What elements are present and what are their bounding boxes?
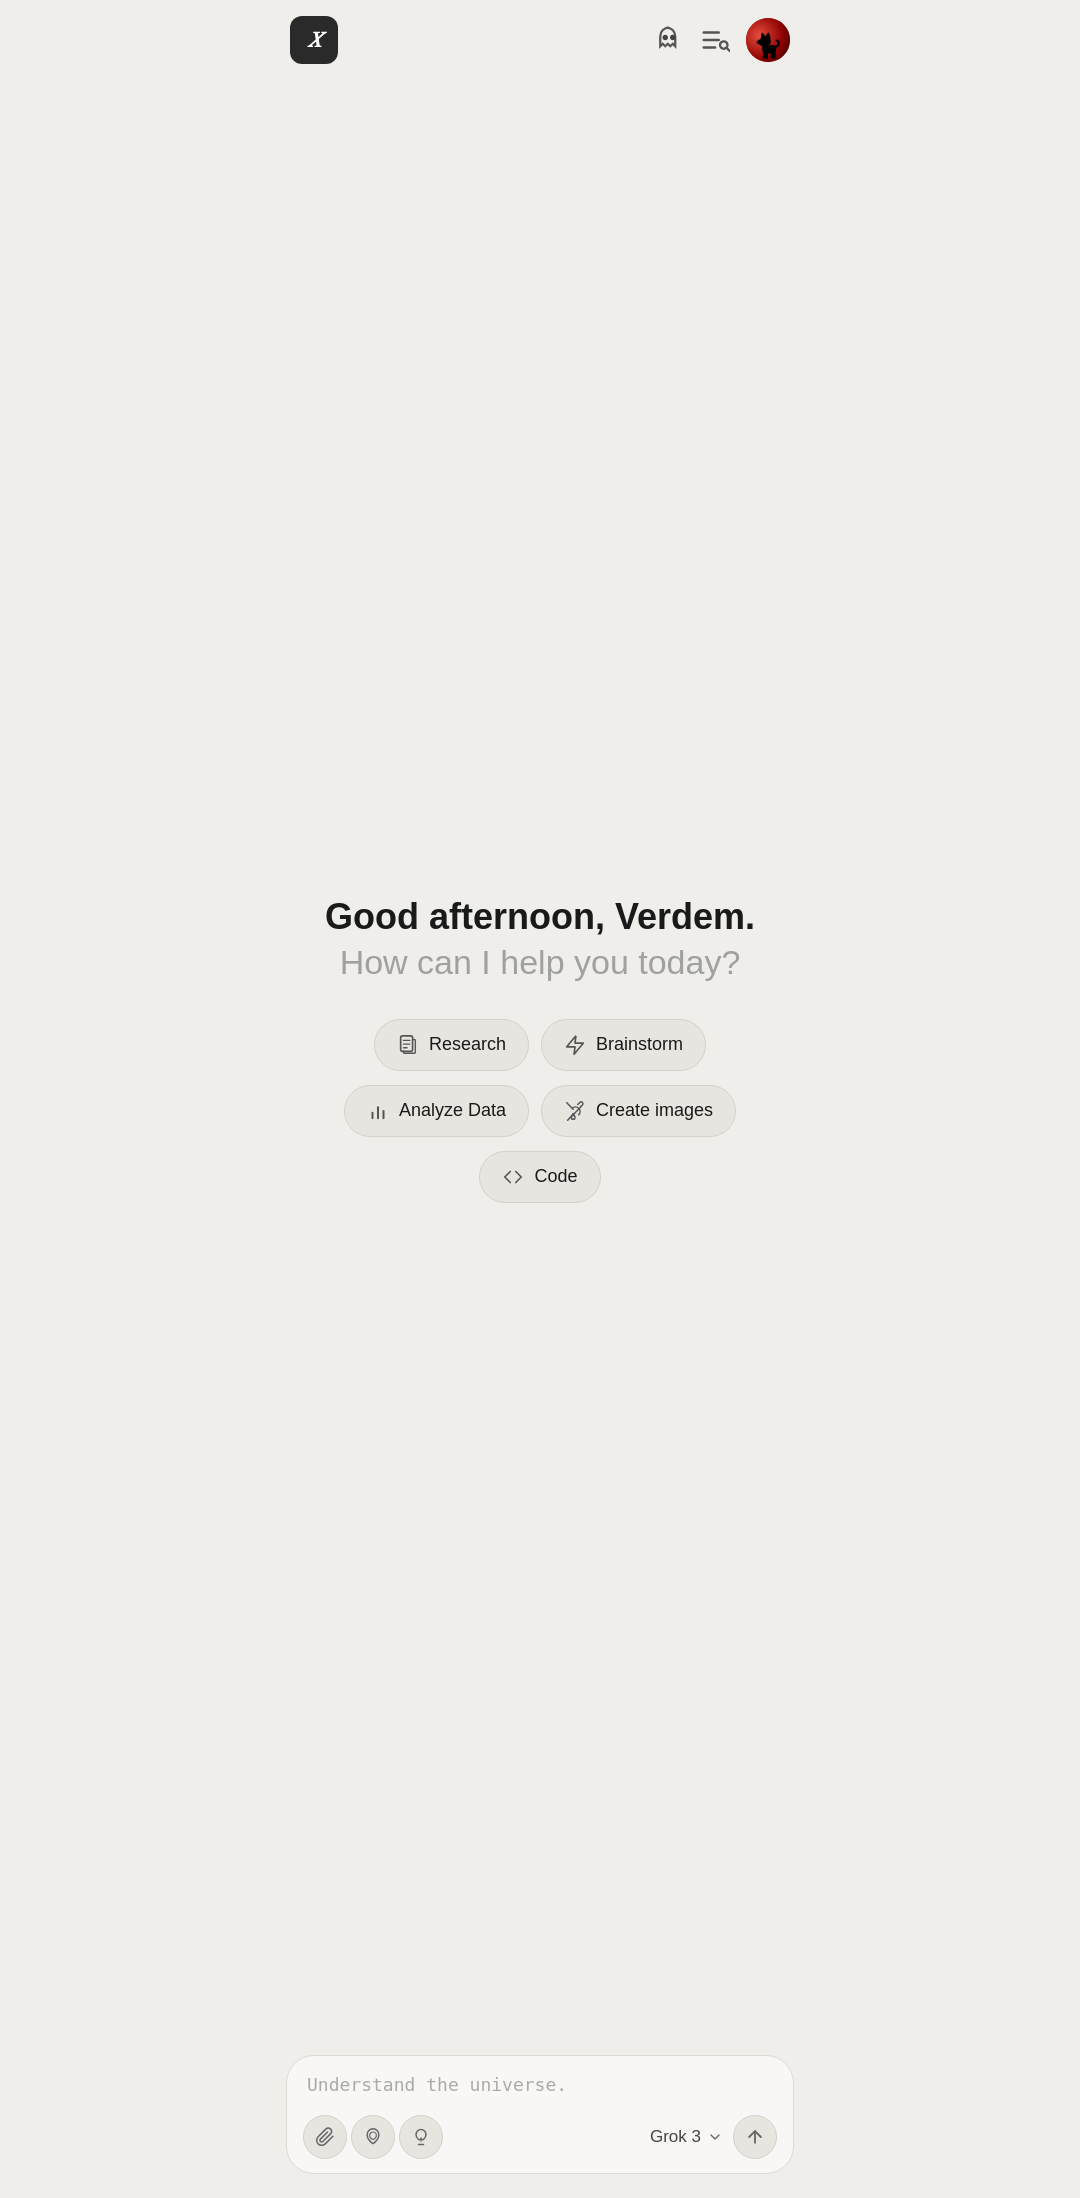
message-input[interactable]	[303, 2074, 777, 2105]
header-right	[654, 18, 790, 62]
chips-row-1: Research Brainstorm	[374, 1019, 706, 1071]
chips-row-3: Code	[479, 1151, 600, 1203]
lightning-icon	[564, 1034, 586, 1056]
input-actions: Grok 3	[303, 2115, 777, 2159]
arrow-up-icon	[745, 2127, 765, 2147]
input-left-icons	[303, 2115, 443, 2159]
chip-create-images-label: Create images	[596, 1100, 713, 1121]
logo-text: 𝑋	[308, 27, 321, 53]
chip-research-label: Research	[429, 1034, 506, 1055]
chip-brainstorm[interactable]: Brainstorm	[541, 1019, 706, 1071]
model-selector[interactable]: Grok 3	[650, 2127, 723, 2147]
search-list-icon	[700, 25, 730, 55]
avatar-image	[746, 18, 790, 62]
swirl-icon	[363, 2127, 383, 2147]
ghost-icon	[654, 25, 684, 55]
bottom-bar: Grok 3	[270, 2039, 810, 2198]
model-label: Grok 3	[650, 2127, 701, 2147]
chip-analyze[interactable]: Analyze Data	[344, 1085, 529, 1137]
lightbulb-icon	[411, 2127, 431, 2147]
chips-container: Research Brainstorm	[270, 1019, 810, 1203]
chip-analyze-label: Analyze Data	[399, 1100, 506, 1121]
document-icon	[397, 1034, 419, 1056]
svg-point-1	[671, 36, 674, 39]
chip-code[interactable]: Code	[479, 1151, 600, 1203]
code-icon	[502, 1166, 524, 1188]
greeting-section: Good afternoon, Verdem. How can I help y…	[301, 895, 779, 983]
input-container: Grok 3	[286, 2055, 794, 2174]
chip-create-images[interactable]: Create images	[541, 1085, 736, 1137]
chip-brainstorm-label: Brainstorm	[596, 1034, 683, 1055]
attach-button[interactable]	[303, 2115, 347, 2159]
chips-row-2: Analyze Data Create images	[344, 1085, 736, 1137]
chip-code-label: Code	[534, 1166, 577, 1187]
svg-point-0	[664, 36, 667, 39]
greeting-line1: Good afternoon, Verdem.	[325, 895, 755, 938]
user-avatar[interactable]	[746, 18, 790, 62]
search-list-button[interactable]	[700, 25, 730, 55]
brush-icon	[564, 1100, 586, 1122]
input-right: Grok 3	[650, 2115, 777, 2159]
svg-line-5	[727, 48, 730, 51]
greeting-line2: How can I help you today?	[340, 942, 741, 983]
main-content: Good afternoon, Verdem. How can I help y…	[270, 0, 810, 2198]
search-button[interactable]	[351, 2115, 395, 2159]
chevron-down-icon	[707, 2129, 723, 2145]
send-button[interactable]	[733, 2115, 777, 2159]
idea-button[interactable]	[399, 2115, 443, 2159]
logo-button[interactable]: 𝑋	[290, 16, 338, 64]
chip-research[interactable]: Research	[374, 1019, 529, 1071]
app-header: 𝑋	[270, 0, 810, 80]
ghost-button[interactable]	[654, 25, 684, 55]
attach-icon	[315, 2127, 335, 2147]
bar-chart-icon	[367, 1100, 389, 1122]
